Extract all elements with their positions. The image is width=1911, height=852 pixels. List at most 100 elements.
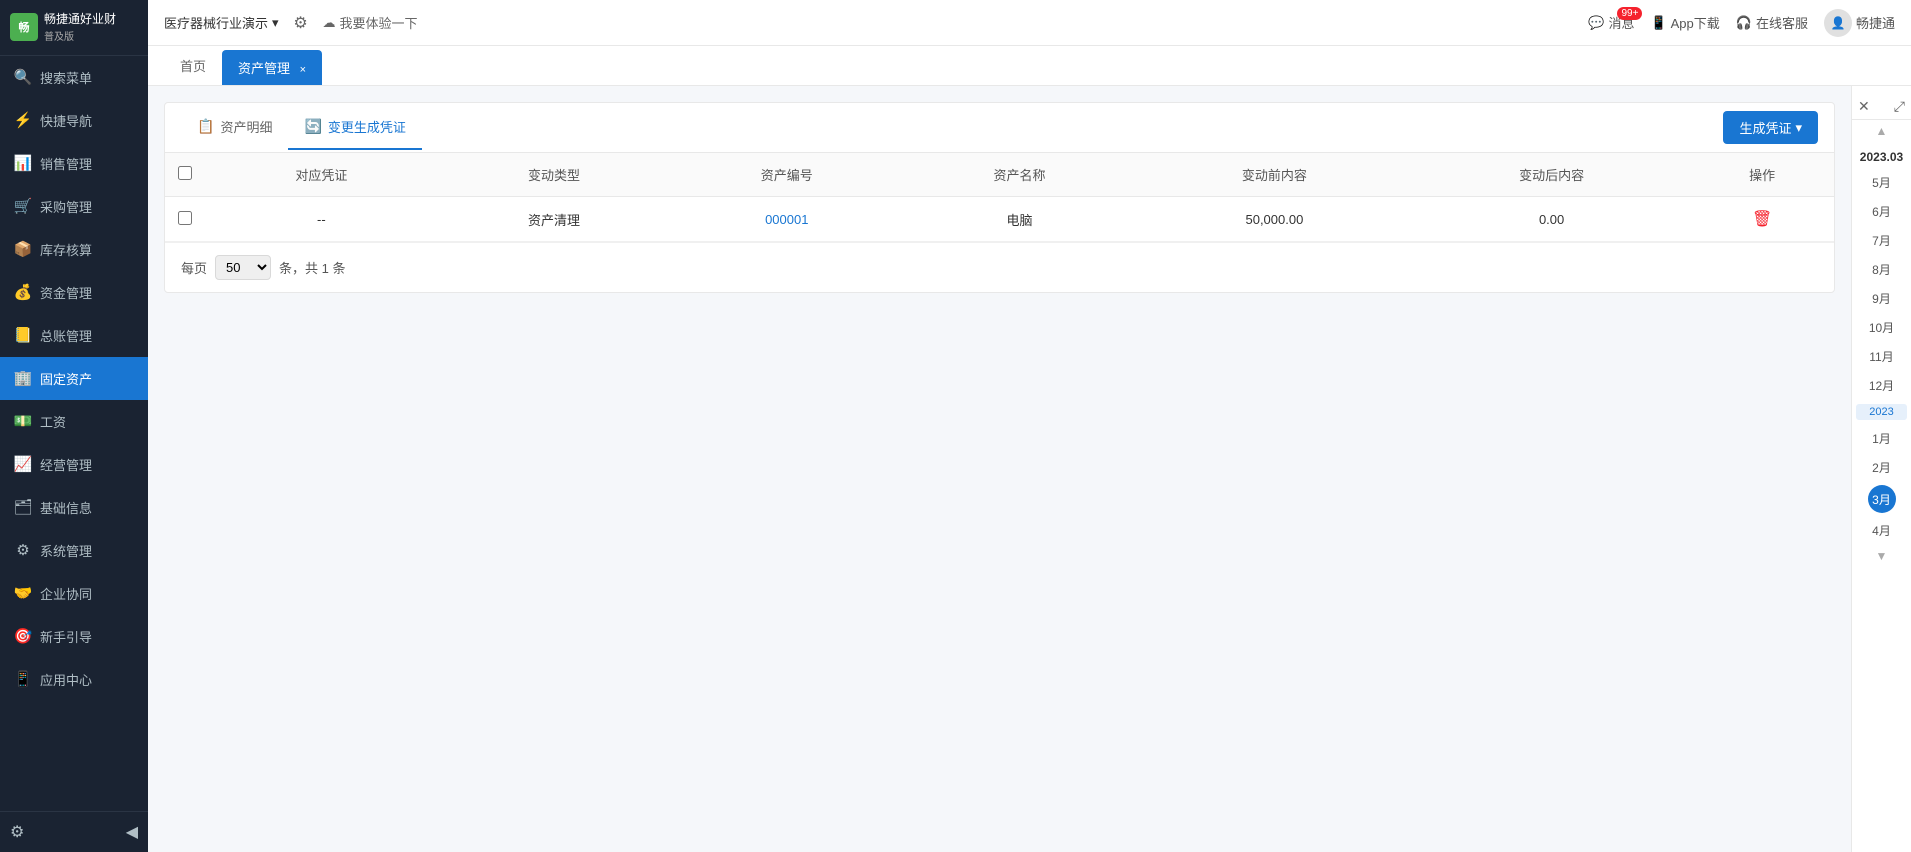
col-action: 操作 [1690,153,1834,197]
row-action[interactable]: 🗑 [1690,197,1834,242]
card-tab-change-voucher[interactable]: 🔄 变更生成凭证 [288,105,421,150]
sidebar-item-inventory[interactable]: 📦 库存核算 [0,228,148,271]
sidebar-label-basic: 基础信息 [40,498,92,517]
select-all-cell[interactable] [165,153,205,197]
sidebar-item-purchase[interactable]: 🛒 采购管理 [0,185,148,228]
sidebar-item-system[interactable]: ⚙ 系统管理 [0,529,148,572]
payroll-icon: 💵 [14,412,32,430]
sidebar-item-fixed-assets[interactable]: 🏢 固定资产 [0,357,148,400]
month-5[interactable]: 5月 [1852,168,1911,197]
experience-label: 我要体验一下 [340,13,418,32]
card-tabs: 📋 资产明细 🔄 变更生成凭证 生成凭证 ▾ [165,103,1834,153]
card-tab-asset-detail[interactable]: 📋 资产明细 [181,105,288,150]
collab-icon: 🤝 [14,584,32,602]
company-selector[interactable]: 医疗器械行业演示 ▾ [164,13,279,32]
col-change-type: 变动类型 [438,153,671,197]
change-voucher-icon: 🔄 [304,118,321,135]
experience-icon: ☁ [323,15,336,31]
table-row: -- 资产清理 000001 电脑 50,000.00 0.00 🗑 [165,197,1834,242]
data-table: 对应凭证 变动类型 资产编号 资产名称 变动前内容 变动后内容 操作 [165,153,1834,242]
sidebar-label-search: 搜索菜单 [40,68,92,87]
sidebar-item-quick-nav[interactable]: ⚡ 快捷导航 [0,99,148,142]
month-6[interactable]: 6月 [1852,197,1911,226]
month-3-wrapper[interactable]: 3月 [1852,482,1911,516]
month-8[interactable]: 8月 [1852,255,1911,284]
row-asset-no: 000001 [670,197,903,242]
sidebar-item-ledger[interactable]: 📒 总账管理 [0,314,148,357]
sidebar-label-payroll: 工资 [40,412,66,431]
main-card: 📋 资产明细 🔄 变更生成凭证 生成凭证 ▾ [164,102,1835,293]
guide-icon: 🎯 [14,627,32,645]
col-before: 变动前内容 [1136,153,1413,197]
panel-close-icon[interactable]: ✕ [1858,98,1870,115]
tab-asset-management-label: 资产管理 [238,61,290,76]
generate-voucher-label: 生成凭证 [1739,118,1791,137]
panel-expand-icon[interactable]: ⤢ [1894,98,1905,115]
settings-button[interactable]: ⚙ [10,822,24,842]
generate-voucher-chevron-icon: ▾ [1795,120,1802,136]
app-download-icon: 📱 [1650,15,1666,31]
sales-icon: 📊 [14,154,32,172]
sidebar-item-ops[interactable]: 📈 经营管理 [0,443,148,486]
month-3[interactable]: 3月 [1868,485,1896,513]
sidebar-label-ledger: 总账管理 [40,326,92,345]
tab-close-icon[interactable]: × [300,64,306,76]
scroll-down-icon[interactable]: ▼ [1872,545,1892,567]
sidebar-item-sales[interactable]: 📊 销售管理 [0,142,148,185]
sidebar-item-payroll[interactable]: 💵 工资 [0,400,148,443]
messages-button[interactable]: 💬 消息 99+ [1588,13,1634,32]
total-count: 条，共 1 条 [279,258,345,277]
sidebar-label-app-center: 应用中心 [40,670,92,689]
app-download-label: App下载 [1671,13,1720,32]
logo-icon: 畅 [10,13,38,41]
year-2023-label: 2023 [1856,404,1907,420]
month-4[interactable]: 4月 [1852,516,1911,545]
row-change-type: 资产清理 [438,197,671,242]
app-center-icon: 📱 [14,670,32,688]
month-9[interactable]: 9月 [1852,284,1911,313]
experience-button[interactable]: ☁ 我要体验一下 [323,13,418,32]
sidebar-item-collab[interactable]: 🤝 企业协同 [0,572,148,615]
delete-icon[interactable]: 🗑 [1752,211,1772,228]
sidebar-item-basic[interactable]: 🗂 基础信息 [0,486,148,529]
logo-text-block: 畅捷通好业财 普及版 [44,12,116,43]
settings-icon[interactable]: ⚙ [287,9,315,37]
collapse-sidebar-button[interactable]: ◀ [126,822,138,842]
app-download-button[interactable]: 📱 App下载 [1650,13,1719,32]
tab-asset-management[interactable]: 资产管理 × [222,50,322,85]
sidebar-bottom: ⚙ ◀ [0,811,148,852]
user-label: 畅捷通 [1856,13,1895,32]
month-1[interactable]: 1月 [1852,424,1911,453]
customer-service-button[interactable]: 🎧 在线客服 [1736,13,1808,32]
month-11[interactable]: 11月 [1852,342,1911,371]
scroll-up-icon[interactable]: ▲ [1872,120,1892,142]
sidebar-item-search[interactable]: 🔍 搜索菜单 [0,56,148,99]
row-before: 50,000.00 [1136,197,1413,242]
sidebar-label-ops: 经营管理 [40,455,92,474]
sidebar-item-guide[interactable]: 🎯 新手引导 [0,615,148,658]
table-header-row: 对应凭证 变动类型 资产编号 资产名称 变动前内容 变动后内容 操作 [165,153,1834,197]
user-button[interactable]: 👤 畅捷通 [1824,9,1895,37]
tab-home[interactable]: 首页 [164,48,222,85]
ledger-icon: 📒 [14,326,32,344]
sidebar-item-funds[interactable]: 💰 资金管理 [0,271,148,314]
month-2[interactable]: 2月 [1852,453,1911,482]
card-tab-asset-detail-label: 资产明细 [220,117,272,136]
select-all-checkbox[interactable] [178,166,192,180]
panel-header: ✕ ⤢ [1852,94,1911,120]
col-asset-name: 资产名称 [903,153,1136,197]
month-12[interactable]: 12月 [1852,371,1911,400]
row-checkbox-cell[interactable] [165,197,205,242]
pagination: 每页 50 10 20 100 条，共 1 条 [165,242,1834,292]
sidebar-label-system: 系统管理 [40,541,92,560]
per-page-select[interactable]: 50 10 20 100 [215,255,271,280]
generate-voucher-button[interactable]: 生成凭证 ▾ [1723,111,1818,144]
right-date-panel: ✕ ⤢ ▲ 2023.03 5月 6月 7月 8月 9月 10月 11月 12月… [1851,86,1911,852]
sidebar: 畅 畅捷通好业财 普及版 🔍 搜索菜单 ⚡ 快捷导航 📊 销售管理 🛒 采购管理… [0,0,148,852]
month-10[interactable]: 10月 [1852,313,1911,342]
month-7[interactable]: 7月 [1852,226,1911,255]
card-header-right: 生成凭证 ▾ [1723,103,1818,152]
row-checkbox[interactable] [178,211,192,225]
sidebar-item-app-center[interactable]: 📱 应用中心 [0,658,148,701]
customer-service-label: 在线客服 [1756,13,1808,32]
